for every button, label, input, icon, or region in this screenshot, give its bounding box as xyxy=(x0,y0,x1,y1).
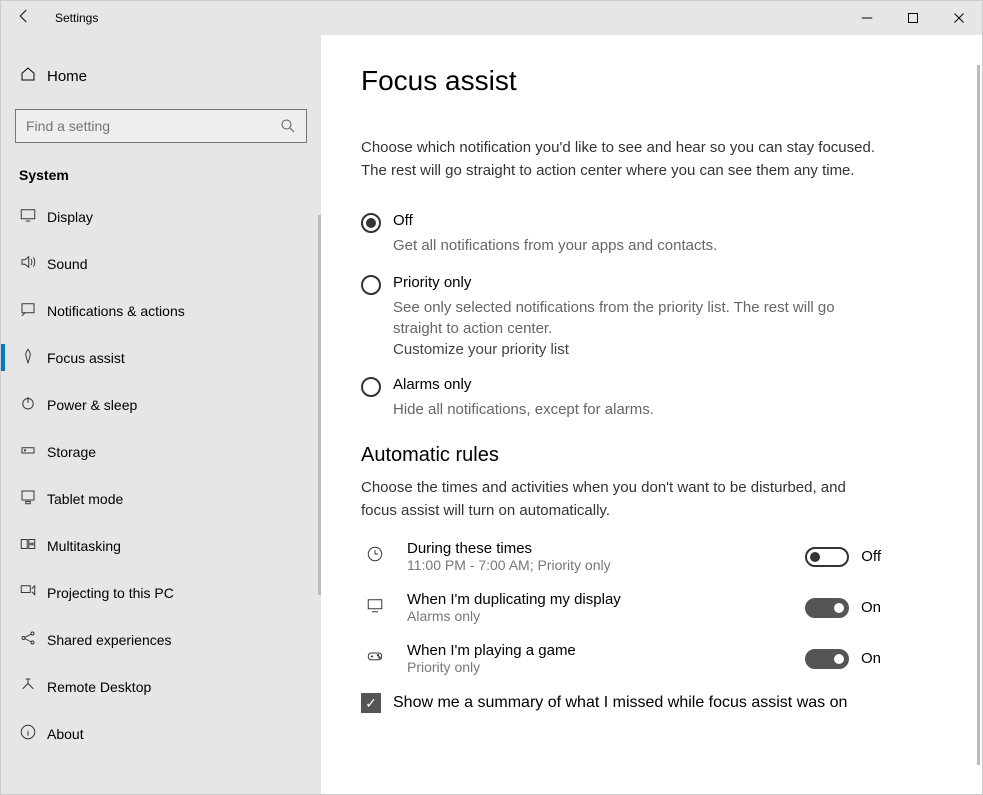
multitasking-icon xyxy=(19,535,47,556)
power-icon xyxy=(19,394,47,415)
close-button[interactable] xyxy=(936,1,982,35)
content-scrollbar[interactable] xyxy=(977,65,980,765)
shared-icon xyxy=(19,629,47,650)
sidebar-item-tablet[interactable]: Tablet mode xyxy=(1,475,321,522)
title-bar: Settings xyxy=(1,1,982,35)
window-title: Settings xyxy=(55,11,844,25)
radio-priority[interactable]: Priority only See only selected notifica… xyxy=(361,274,942,358)
monitor-icon xyxy=(361,596,389,620)
rule-duplicating-display[interactable]: When I'm duplicating my display Alarms o… xyxy=(361,591,881,624)
automatic-rules-desc: Choose the times and activities when you… xyxy=(361,477,881,522)
sidebar-item-about[interactable]: About xyxy=(1,710,321,757)
search-input[interactable] xyxy=(15,109,307,143)
sidebar-item-multitasking[interactable]: Multitasking xyxy=(1,522,321,569)
radio-alarms[interactable]: Alarms only Hide all notifications, exce… xyxy=(361,376,942,420)
home-button[interactable]: Home xyxy=(1,55,321,97)
home-label: Home xyxy=(47,68,87,85)
projecting-icon xyxy=(19,582,47,603)
page-description: Choose which notification you'd like to … xyxy=(361,137,881,182)
content-area: Focus assist Choose which notification y… xyxy=(321,35,982,794)
display-icon xyxy=(19,206,47,227)
page-title: Focus assist xyxy=(361,65,942,97)
search-icon xyxy=(279,117,297,138)
notifications-icon xyxy=(19,300,47,321)
radio-button-icon xyxy=(361,377,381,397)
back-button[interactable] xyxy=(1,7,47,30)
sidebar-item-projecting[interactable]: Projecting to this PC xyxy=(1,569,321,616)
tablet-icon xyxy=(19,488,47,509)
minimize-button[interactable] xyxy=(844,1,890,35)
clock-icon xyxy=(361,545,389,569)
home-icon xyxy=(19,65,47,87)
toggle-playing-game[interactable] xyxy=(805,649,849,669)
focus-icon xyxy=(19,347,47,368)
maximize-button[interactable] xyxy=(890,1,936,35)
toggle-duplicating-display[interactable] xyxy=(805,598,849,618)
sidebar-item-notifications[interactable]: Notifications & actions xyxy=(1,287,321,334)
gamepad-icon xyxy=(361,647,389,671)
sidebar-item-display[interactable]: Display xyxy=(1,193,321,240)
radio-button-icon xyxy=(361,275,381,295)
sidebar-item-sound[interactable]: Sound xyxy=(1,240,321,287)
storage-icon xyxy=(19,441,47,462)
sidebar-item-storage[interactable]: Storage xyxy=(1,428,321,475)
sidebar-item-focus-assist[interactable]: Focus assist xyxy=(1,334,321,381)
summary-checkbox[interactable]: ✓ Show me a summary of what I missed whi… xyxy=(361,693,942,713)
sidebar: Home System Display Sound Notifications … xyxy=(1,35,321,794)
about-icon xyxy=(19,723,47,744)
rule-during-times[interactable]: During these times 11:00 PM - 7:00 AM; P… xyxy=(361,540,881,573)
radio-button-icon xyxy=(361,213,381,233)
checkbox-icon: ✓ xyxy=(361,693,381,713)
toggle-during-times[interactable] xyxy=(805,547,849,567)
sidebar-item-remote[interactable]: Remote Desktop xyxy=(1,663,321,710)
sidebar-item-shared[interactable]: Shared experiences xyxy=(1,616,321,663)
radio-off[interactable]: Off Get all notifications from your apps… xyxy=(361,212,942,256)
remote-icon xyxy=(19,676,47,697)
sound-icon xyxy=(19,253,47,274)
section-title: System xyxy=(1,155,321,193)
sidebar-item-power[interactable]: Power & sleep xyxy=(1,381,321,428)
customize-priority-link[interactable]: Customize your priority list xyxy=(393,341,942,358)
automatic-rules-heading: Automatic rules xyxy=(361,444,942,467)
rule-playing-game[interactable]: When I'm playing a game Priority only On xyxy=(361,642,881,675)
